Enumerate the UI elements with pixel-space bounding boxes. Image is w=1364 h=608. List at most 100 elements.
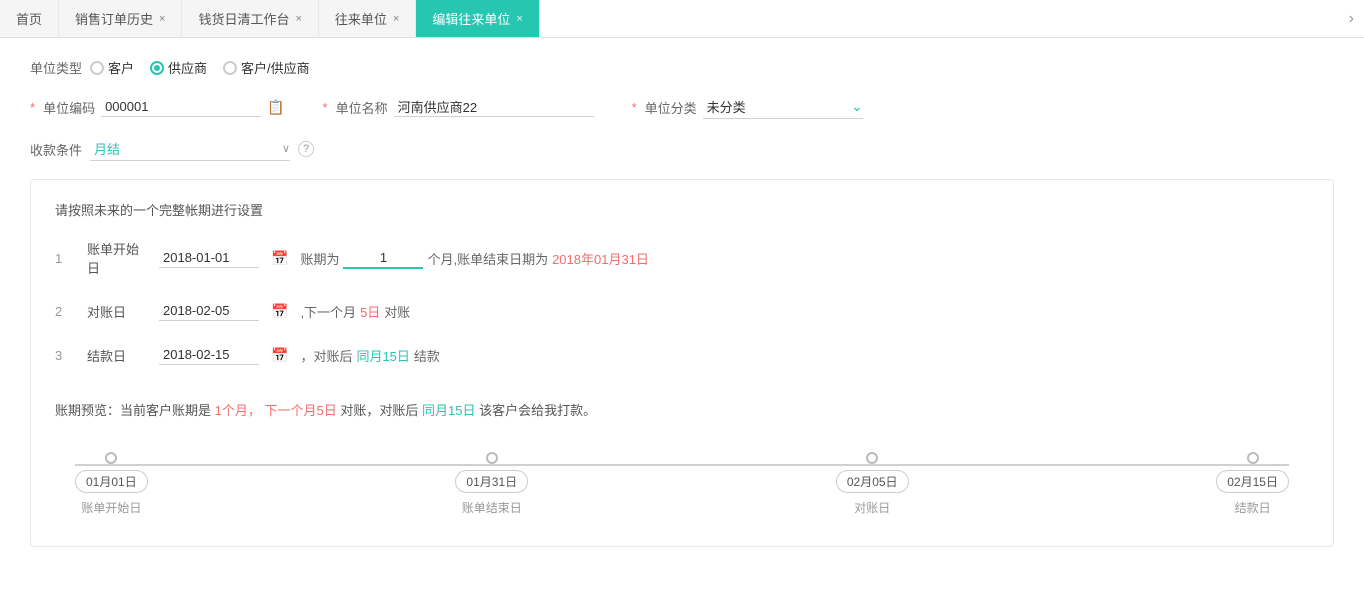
unit-class-label: 单位分类 bbox=[645, 98, 697, 117]
row-2-num: 2 bbox=[55, 304, 75, 319]
setting-row-2: 2 对账日 📅 ,下一个月 5日 对账 bbox=[55, 301, 1309, 321]
timeline: 01月01日 账单开始日 01月31日 账单结束日 02月05日 对账日 bbox=[55, 442, 1309, 526]
timeline-sublabel-2: 对账日 bbox=[854, 499, 890, 516]
tab-sales-history[interactable]: 销售订单历史 × bbox=[59, 0, 182, 37]
row-3-date-input[interactable] bbox=[159, 345, 259, 365]
preview-1month: 1个月， bbox=[215, 403, 261, 418]
row-1-description: 账期为 个月,账单结束日期为 2018年01月31日 bbox=[300, 248, 648, 269]
payment-terms-chevron-icon[interactable]: ∨ bbox=[282, 142, 290, 155]
payment-terms-row: 收款条件 月结 ∨ ? bbox=[30, 137, 1334, 161]
timeline-label-1: 01月31日 bbox=[455, 470, 528, 493]
row-3-calendar-icon[interactable]: 📅 bbox=[271, 347, 288, 364]
row-2-day-highlight: 5日 bbox=[360, 302, 380, 321]
timeline-dot-2 bbox=[866, 452, 878, 464]
row-2-date-input[interactable] bbox=[159, 301, 259, 321]
unit-info-row: * 单位编码 📋 * 单位名称 * 单位分类 未分类 ⌄ bbox=[30, 95, 1334, 119]
preview-section: 账期预览：当前客户账期是 1个月， 下一个月5日 对账，对账后 同月15日 该客… bbox=[55, 389, 1309, 526]
row-3-num: 3 bbox=[55, 348, 75, 363]
close-cash-work-icon[interactable]: × bbox=[295, 13, 301, 25]
row-2-calendar-icon[interactable]: 📅 bbox=[271, 303, 288, 320]
radio-supplier-label: 供应商 bbox=[168, 58, 207, 77]
unit-type-radio-group: 客户 供应商 客户/供应商 bbox=[90, 58, 310, 77]
timeline-label-2: 02月05日 bbox=[836, 470, 909, 493]
preview-middle: 对账，对账后 bbox=[340, 403, 418, 418]
timeline-dot-3 bbox=[1247, 452, 1259, 464]
close-sales-history-icon[interactable]: × bbox=[159, 13, 165, 25]
preview-end: 该客户会给我打款。 bbox=[479, 403, 596, 418]
tab-home[interactable]: 首页 bbox=[0, 0, 59, 37]
radio-customer[interactable]: 客户 bbox=[90, 58, 134, 77]
close-partner-icon[interactable]: × bbox=[393, 13, 399, 25]
unit-code-group: * 单位编码 📋 bbox=[30, 97, 285, 117]
row-2-suffix: 对账 bbox=[384, 302, 410, 321]
tab-edit-partner-label: 编辑往来单位 bbox=[432, 9, 510, 28]
tab-partner[interactable]: 往来单位 × bbox=[319, 0, 416, 37]
unit-class-chevron-icon[interactable]: ⌄ bbox=[851, 98, 863, 115]
radio-supplier-circle bbox=[150, 61, 164, 75]
row-3-suffix: 结款 bbox=[414, 346, 440, 365]
radio-customer-label: 客户 bbox=[108, 58, 134, 77]
timeline-sublabel-1: 账单结束日 bbox=[462, 499, 522, 516]
row-1-suffix-before: 账期为 bbox=[300, 249, 339, 268]
row-2-field: 对账日 bbox=[87, 302, 147, 321]
tab-sales-history-label: 销售订单历史 bbox=[75, 9, 153, 28]
row-1-date-input[interactable] bbox=[159, 248, 259, 268]
timeline-label-3: 02月15日 bbox=[1216, 470, 1289, 493]
preview-payment: 同月15日 bbox=[422, 403, 475, 418]
preview-text: 账期预览：当前客户账期是 1个月， 下一个月5日 对账，对账后 同月15日 该客… bbox=[55, 399, 1309, 422]
tab-cash-work-label: 钱货日清工作台 bbox=[198, 9, 289, 28]
tab-bar: 首页 销售订单历史 × 钱货日清工作台 × 往来单位 × 编辑往来单位 × › bbox=[0, 0, 1364, 38]
row-1-num: 1 bbox=[55, 251, 75, 266]
timeline-point-2: 02月05日 对账日 bbox=[836, 452, 909, 516]
settings-panel: 请按照未来的一个完整帐期进行设置 1 账单开始日 📅 账期为 个月,账单结束日期… bbox=[30, 179, 1334, 547]
main-content: 单位类型 客户 供应商 客户/供应商 * 单位编码 📋 * 单位名称 bbox=[0, 38, 1364, 608]
unit-name-label: 单位名称 bbox=[336, 98, 388, 117]
unit-code-input[interactable] bbox=[101, 97, 261, 117]
unit-class-value: 未分类 bbox=[703, 95, 851, 118]
unit-type-label: 单位类型 bbox=[30, 58, 82, 77]
unit-class-group: * 单位分类 未分类 ⌄ bbox=[632, 95, 863, 119]
timeline-sublabel-0: 账单开始日 bbox=[81, 499, 141, 516]
close-edit-partner-icon[interactable]: × bbox=[516, 13, 522, 25]
timeline-point-0: 01月01日 账单开始日 bbox=[75, 452, 148, 516]
unit-name-star: * bbox=[323, 100, 328, 115]
payment-terms-label: 收款条件 bbox=[30, 140, 82, 159]
unit-name-input[interactable] bbox=[394, 97, 594, 117]
help-icon[interactable]: ? bbox=[298, 141, 314, 157]
radio-customer-supplier-label: 客户/供应商 bbox=[241, 58, 310, 77]
timeline-points: 01月01日 账单开始日 01月31日 账单结束日 02月05日 对账日 bbox=[75, 452, 1289, 516]
row-1-field: 账单开始日 bbox=[87, 239, 147, 277]
unit-type-row: 单位类型 客户 供应商 客户/供应商 bbox=[30, 58, 1334, 77]
row-3-description: ，对账后 同月15日 结款 bbox=[300, 346, 440, 365]
radio-supplier[interactable]: 供应商 bbox=[150, 58, 207, 77]
tab-more-button[interactable]: › bbox=[1339, 0, 1364, 37]
preview-label: 账期预览：当前客户账期是 bbox=[55, 403, 211, 418]
tab-cash-work[interactable]: 钱货日清工作台 × bbox=[182, 0, 318, 37]
radio-customer-circle bbox=[90, 61, 104, 75]
row-3-day-highlight: 同月15日 bbox=[356, 346, 409, 365]
timeline-point-1: 01月31日 账单结束日 bbox=[455, 452, 528, 516]
row-1-highlight-date: 2018年01月31日 bbox=[552, 249, 649, 268]
timeline-point-3: 02月15日 结款日 bbox=[1216, 452, 1289, 516]
unit-class-dropdown[interactable]: 未分类 ⌄ bbox=[703, 95, 863, 119]
payment-terms-value: 月结 bbox=[90, 137, 282, 160]
unit-class-star: * bbox=[632, 100, 637, 115]
radio-customer-supplier[interactable]: 客户/供应商 bbox=[223, 58, 310, 77]
timeline-dot-1 bbox=[486, 452, 498, 464]
payment-terms-dropdown[interactable]: 月结 ∨ bbox=[90, 137, 290, 161]
period-input[interactable] bbox=[343, 248, 423, 269]
row-1-calendar-icon[interactable]: 📅 bbox=[271, 250, 288, 267]
row-2-prefix: ,下一个月 bbox=[300, 302, 356, 321]
preview-reconcile: 下一个月5日 bbox=[265, 403, 337, 418]
unit-code-label: 单位编码 bbox=[43, 98, 95, 117]
unit-name-group: * 单位名称 bbox=[323, 97, 594, 117]
timeline-dot-0 bbox=[105, 452, 117, 464]
radio-customer-supplier-circle bbox=[223, 61, 237, 75]
unit-code-star: * bbox=[30, 100, 35, 115]
tab-edit-partner[interactable]: 编辑往来单位 × bbox=[416, 0, 539, 37]
row-3-field: 结款日 bbox=[87, 346, 147, 365]
setting-row-1: 1 账单开始日 📅 账期为 个月,账单结束日期为 2018年01月31日 bbox=[55, 239, 1309, 277]
unit-code-calendar-icon[interactable]: 📋 bbox=[267, 99, 284, 116]
timeline-label-0: 01月01日 bbox=[75, 470, 148, 493]
panel-title: 请按照未来的一个完整帐期进行设置 bbox=[55, 200, 1309, 219]
